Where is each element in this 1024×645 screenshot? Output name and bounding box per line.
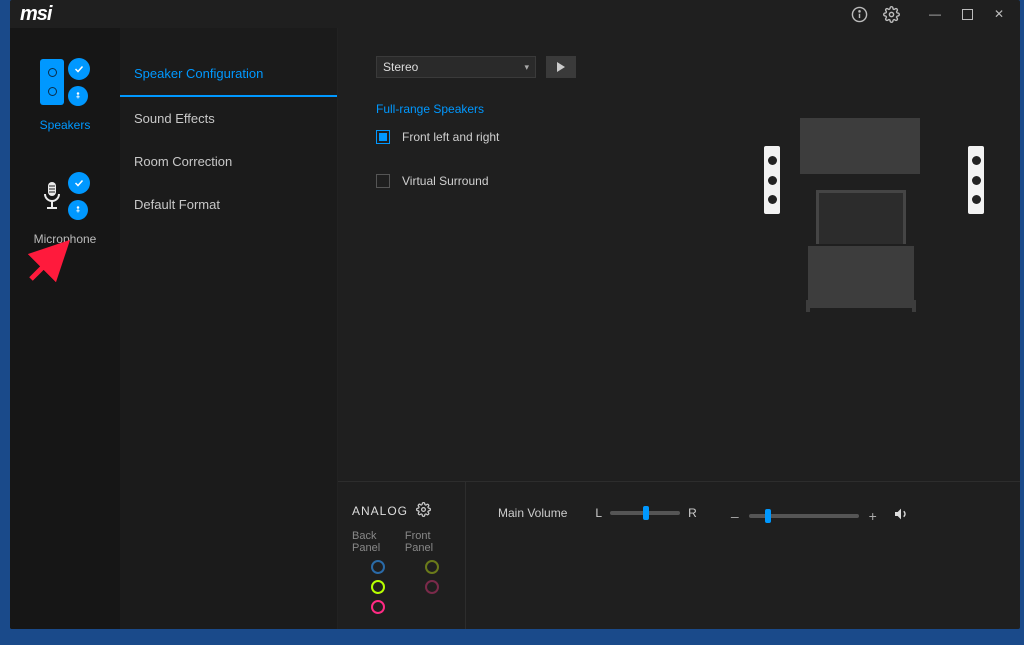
volume-area: Main Volume L R – + [466,482,1020,629]
settings-button[interactable] [876,2,906,26]
main-content: Stereo ▾ Full-range Speakers Front left … [338,28,1020,481]
app-window: msi — ✕ [10,0,1020,629]
tab-speaker-configuration[interactable]: Speaker Configuration [120,52,337,97]
back-port-1[interactable] [371,560,385,574]
config-tabs: Speaker Configuration Sound Effects Room… [120,28,338,629]
room-speaker-right-icon[interactable] [968,146,984,214]
microphone-icon [40,179,64,213]
check-badge-icon [68,172,90,194]
speaker-volume-icon[interactable] [893,506,909,525]
balance-left-label: L [595,506,602,520]
front-panel-label: Front Panel [405,530,459,554]
info-button[interactable] [844,2,874,26]
volume-slider[interactable] [749,514,859,518]
analog-panel: ANALOG Back Panel Front P [338,482,466,629]
chevron-down-icon: ▾ [524,62,529,73]
device-sidebar: Speakers [10,28,120,629]
room-speaker-left-icon[interactable] [764,146,780,214]
gear-icon[interactable] [416,502,431,520]
back-port-2[interactable] [371,580,385,594]
volume-control: – + [729,506,909,525]
brand-logo: msi [20,3,51,26]
section-title-full-range: Full-range Speakers [376,102,1020,116]
microphone-label: Microphone [34,232,97,246]
back-panel-label: Back Panel [352,530,405,554]
maximize-button[interactable] [952,2,982,26]
speakers-label: Speakers [40,118,91,132]
room-chair-icon [808,246,914,308]
title-bar: msi — ✕ [10,0,1020,28]
option-virtual-surround-label: Virtual Surround [402,174,489,188]
back-port-3[interactable] [371,600,385,614]
option-front-lr-label: Front left and right [402,130,499,144]
analog-label: ANALOG [352,504,408,518]
room-monitor-icon [800,118,920,174]
balance-control: L R [595,506,696,520]
balance-badge-icon [68,86,88,106]
device-tab-microphone[interactable]: Microphone [10,172,120,264]
play-test-button[interactable] [546,56,576,78]
check-badge-icon [68,58,90,80]
room-desk-icon [816,190,906,244]
back-panel-column: Back Panel [352,530,405,614]
select-value: Stereo [383,60,418,74]
bottom-panel: ANALOG Back Panel Front P [338,481,1020,629]
balance-slider[interactable] [610,511,680,515]
front-panel-column: Front Panel [405,530,459,614]
balance-badge-icon [68,200,88,220]
volume-plus-button[interactable]: + [867,508,879,524]
volume-minus-button[interactable]: – [729,508,741,524]
spacer [908,2,918,26]
speaker-icon [40,59,64,105]
balance-right-label: R [688,506,697,520]
tab-default-format[interactable]: Default Format [120,183,337,226]
minimize-button[interactable]: — [920,2,950,26]
main-panel: Stereo ▾ Full-range Speakers Front left … [338,28,1020,629]
main-volume-label: Main Volume [498,506,567,520]
speaker-config-select[interactable]: Stereo ▾ [376,56,536,78]
close-button[interactable]: ✕ [984,2,1014,26]
body: Speakers [10,28,1020,629]
room-visualization [758,118,978,328]
title-bar-controls: — ✕ [844,2,1014,26]
front-port-2[interactable] [425,580,439,594]
checkbox-virtual-surround[interactable] [376,174,390,188]
front-port-1[interactable] [425,560,439,574]
device-tab-speakers[interactable]: Speakers [10,58,120,150]
checkbox-front-lr[interactable] [376,130,390,144]
tab-sound-effects[interactable]: Sound Effects [120,97,337,140]
tab-room-correction[interactable]: Room Correction [120,140,337,183]
